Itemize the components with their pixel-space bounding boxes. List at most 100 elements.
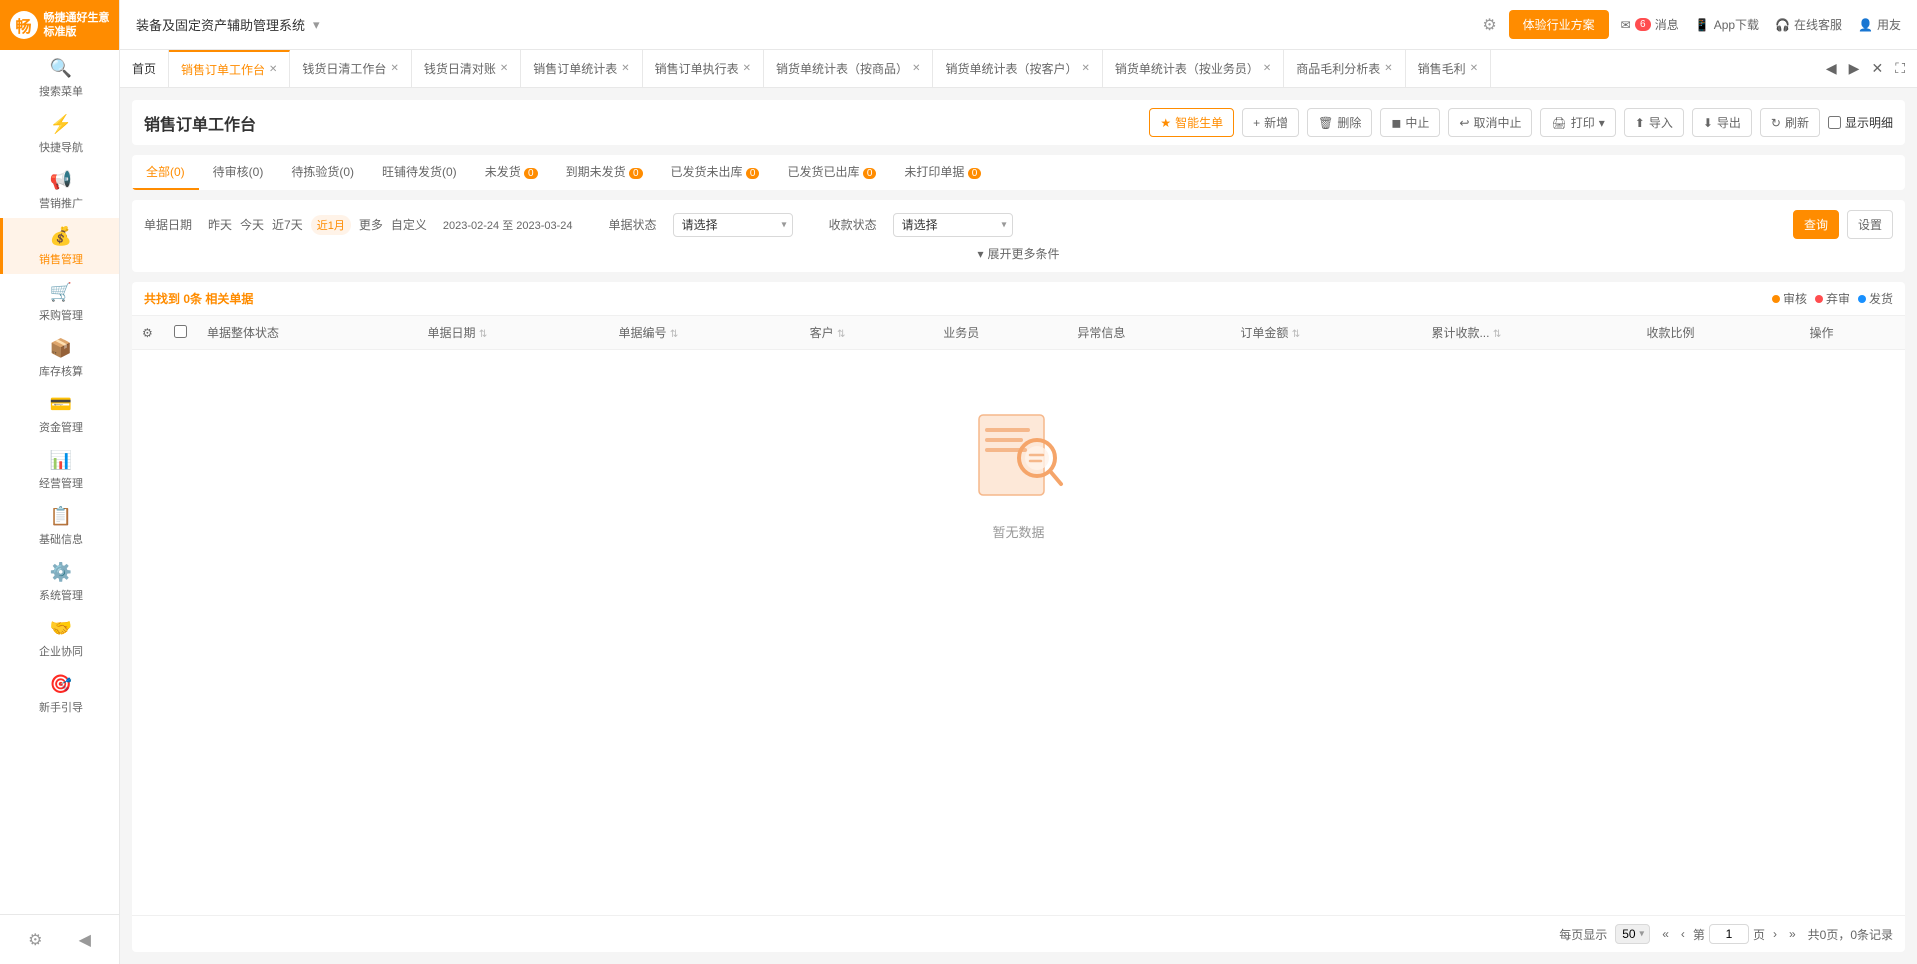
sidebar-item-inventory[interactable]: 📦 库存核算 (0, 330, 119, 386)
date-option-7days[interactable]: 近7天 (272, 216, 303, 233)
tab-sales-staff-close[interactable]: ✕ (1263, 63, 1271, 74)
tab-prev-btn[interactable]: ◀ (1822, 58, 1841, 79)
last-page-btn[interactable]: » (1785, 925, 1800, 943)
col-collected[interactable]: 累计收款... ⇅ (1421, 316, 1636, 350)
sub-tab-shipped-out[interactable]: 已发货已出库 0 (773, 155, 890, 190)
sub-tab-shipped-out-label: 已发货已出库 (787, 165, 859, 179)
tab-home[interactable]: 首页 (120, 50, 169, 88)
status-select[interactable]: 请选择 (673, 213, 793, 237)
next-page-btn[interactable]: › (1769, 925, 1781, 943)
col-date[interactable]: 单据日期 ⇅ (417, 316, 608, 350)
date-option-more[interactable]: 更多 (359, 216, 383, 233)
tab-sales-stat-close[interactable]: ✕ (621, 63, 629, 74)
sub-tab-all[interactable]: 全部(0) (132, 155, 199, 190)
tab-cash-reconcile-close[interactable]: ✕ (500, 63, 508, 74)
tab-next-btn[interactable]: ▶ (1845, 58, 1864, 79)
first-page-btn[interactable]: « (1658, 925, 1673, 943)
settings-icon[interactable]: ⚙ (28, 930, 42, 950)
refresh-btn[interactable]: ↻ 刷新 (1760, 108, 1820, 137)
payment-select[interactable]: 请选择 (893, 213, 1013, 237)
settings-filter-btn[interactable]: 设置 (1847, 210, 1893, 239)
tab-cash-daily-close[interactable]: ✕ (390, 63, 398, 74)
prev-page-btn[interactable]: ‹ (1677, 925, 1689, 943)
sub-tab-wangpu[interactable]: 旺铺待发货(0) (368, 155, 471, 190)
page-size-select[interactable]: 20 50 100 (1615, 924, 1650, 944)
sub-tab-pending-review[interactable]: 待审核(0) (199, 155, 278, 190)
sidebar-item-basic-info[interactable]: 📋 基础信息 (0, 498, 119, 554)
import-btn[interactable]: ⬆ 导入 (1624, 108, 1684, 137)
tab-sales-more-close[interactable]: ✕ (1470, 63, 1478, 74)
sub-tab-pending-check[interactable]: 待拣验货(0) (277, 155, 368, 190)
tab-sales-more[interactable]: 销售毛利 ✕ (1406, 50, 1491, 88)
sidebar-item-system[interactable]: ⚙️ 系统管理 (0, 554, 119, 610)
cancel-stop-btn[interactable]: ↩ 取消中止 (1448, 108, 1532, 137)
sidebar-item-search[interactable]: 🔍 搜索菜单 (0, 50, 119, 106)
col-ratio-label: 收款比例 (1647, 326, 1695, 340)
dropdown-icon[interactable]: ▾ (313, 17, 320, 33)
message-btn[interactable]: ✉ 6 消息 (1621, 16, 1679, 33)
tab-sales-staff[interactable]: 销货单统计表（按业务员） ✕ (1103, 50, 1284, 88)
col-customer[interactable]: 客户 ⇅ (800, 316, 934, 350)
sidebar-item-guide[interactable]: 🎯 新手引导 (0, 666, 119, 722)
tab-product-margin[interactable]: 商品毛利分析表 ✕ (1284, 50, 1405, 88)
page-number-input[interactable] (1709, 924, 1749, 944)
sidebar-item-purchase[interactable]: 🛒 采购管理 (0, 274, 119, 330)
sidebar-item-marketing[interactable]: 📢 营销推广 (0, 162, 119, 218)
app-download-btn[interactable]: 📱 App下载 (1695, 16, 1759, 33)
col-no[interactable]: 单据编号 ⇅ (609, 316, 800, 350)
expand-conditions-btn[interactable]: ▾ 展开更多条件 (977, 245, 1059, 262)
tab-sales-cust-close[interactable]: ✕ (1081, 63, 1089, 74)
user-area[interactable]: 👤 用友 (1858, 16, 1901, 33)
tab-sales-exec-close[interactable]: ✕ (743, 63, 751, 74)
tab-sales-prod-close[interactable]: ✕ (912, 63, 920, 74)
show-detail-input[interactable] (1828, 116, 1841, 129)
export-icon: ⬇ (1703, 116, 1713, 130)
show-detail-checkbox[interactable]: 显示明细 (1828, 114, 1893, 131)
refresh-icon: ↻ (1771, 116, 1781, 130)
tab-sales-order-close[interactable]: ✕ (269, 64, 277, 75)
settings-gear-icon[interactable]: ⚙ (1482, 15, 1496, 35)
sidebar-item-quick-nav[interactable]: ⚡ 快捷导航 (0, 106, 119, 162)
cancel-audit-op-btn[interactable]: 弃审 (1815, 290, 1850, 307)
sub-tab-not-shipped[interactable]: 未发货 0 (471, 155, 552, 190)
sidebar-item-finance[interactable]: 💳 资金管理 (0, 386, 119, 442)
sub-tab-not-printed[interactable]: 未打印单据 0 (890, 155, 995, 190)
sidebar-item-enterprise[interactable]: 🤝 企业协同 (0, 610, 119, 666)
try-industry-btn[interactable]: 体验行业方案 (1509, 10, 1609, 39)
query-btn[interactable]: 查询 (1793, 210, 1839, 239)
date-option-yesterday[interactable]: 昨天 (208, 216, 232, 233)
sidebar-item-operation[interactable]: 📊 经营管理 (0, 442, 119, 498)
date-option-1month[interactable]: 近1月 (311, 215, 351, 235)
date-option-custom[interactable]: 自定义 (391, 216, 427, 233)
column-settings-icon[interactable]: ⚙ (142, 326, 153, 340)
tab-fullscreen-btn[interactable]: ⛶ (1891, 58, 1909, 79)
table-header-row: ⚙ 单据整体状态 单据日期 ⇅ (132, 316, 1905, 350)
tab-cash-daily[interactable]: 钱货日清工作台 ✕ (290, 50, 411, 88)
tab-sales-order[interactable]: 销售订单工作台 ✕ (169, 50, 290, 88)
online-service-btn[interactable]: 🎧 在线客服 (1775, 16, 1842, 33)
tab-product-margin-close[interactable]: ✕ (1384, 63, 1392, 74)
tab-close-all-btn[interactable]: ✕ (1867, 58, 1887, 79)
sub-tab-shipped-not-out[interactable]: 已发货未出库 0 (657, 155, 774, 190)
collapse-icon[interactable]: ◀ (79, 930, 91, 950)
tab-sales-prod[interactable]: 销货单统计表（按商品） ✕ (764, 50, 933, 88)
tab-cash-reconcile[interactable]: 钱货日清对账 ✕ (412, 50, 521, 88)
smart-create-btn[interactable]: ★ 智能生单 (1149, 108, 1234, 137)
table-scroll[interactable]: ⚙ 单据整体状态 单据日期 ⇅ (132, 316, 1905, 915)
tab-sales-exec[interactable]: 销售订单执行表 ✕ (643, 50, 764, 88)
new-btn[interactable]: + 新增 (1242, 108, 1299, 137)
tab-sales-cust[interactable]: 销货单统计表（按客户） ✕ (933, 50, 1102, 88)
tab-sales-stat[interactable]: 销售订单统计表 ✕ (521, 50, 642, 88)
audit-op-btn[interactable]: 审核 (1772, 290, 1807, 307)
col-amount[interactable]: 订单金额 ⇅ (1230, 316, 1421, 350)
sidebar-item-sales[interactable]: 💰 销售管理 (0, 218, 119, 274)
delete-btn[interactable]: 🗑 删除 (1307, 108, 1372, 137)
ship-op-btn[interactable]: 发货 (1858, 290, 1893, 307)
stop-btn[interactable]: ◼ 中止 (1380, 108, 1440, 137)
export-btn[interactable]: ⬇ 导出 (1692, 108, 1752, 137)
date-option-today[interactable]: 今天 (240, 216, 264, 233)
sub-tab-expired[interactable]: 到期未发货 0 (552, 155, 657, 190)
print-btn[interactable]: 🖨 打印 ▾ (1540, 108, 1615, 137)
select-all-checkbox[interactable] (174, 325, 187, 338)
col-staff[interactable]: 业务员 (933, 316, 1067, 350)
